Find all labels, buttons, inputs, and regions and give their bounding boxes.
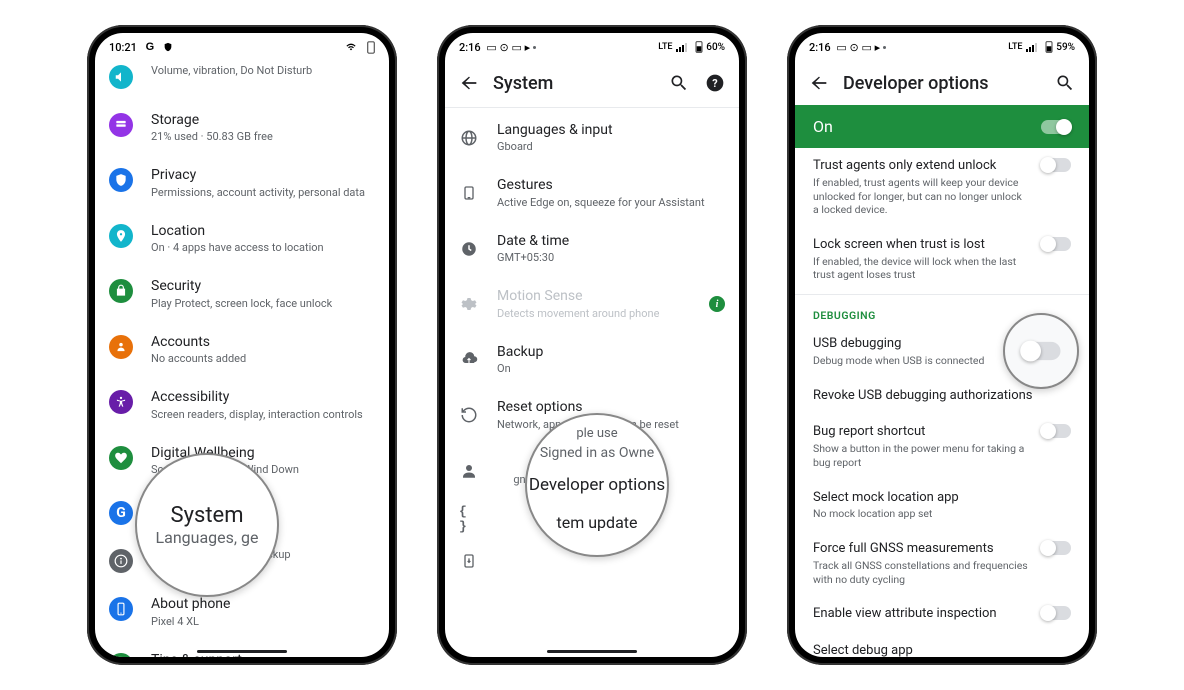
system-sub-partial: ackup <box>261 548 375 562</box>
item-storage[interactable]: Storage21% used · 50.83 GB free <box>95 100 389 155</box>
item-tips[interactable]: ?Tips & supportHelp articles, phone & ch… <box>95 640 389 657</box>
person-icon <box>459 461 479 481</box>
item-security[interactable]: SecurityPlay Protect, screen lock, face … <box>95 266 389 321</box>
gear-icon <box>459 294 479 314</box>
switch[interactable] <box>1041 541 1071 555</box>
item-gnss[interactable]: Force full GNSS measurementsTrack all GN… <box>795 531 1089 596</box>
globe-icon <box>459 128 479 148</box>
item-lock-screen-trust[interactable]: Lock screen when trust is lostIf enabled… <box>795 227 1089 292</box>
page-title: Developer options <box>843 73 1041 94</box>
privacy-icon <box>109 168 133 192</box>
item-about[interactable]: About phonePixel 4 XL <box>95 584 389 639</box>
item-accounts[interactable]: AccountsNo accounts added <box>95 322 389 377</box>
magnify-usb-switch <box>1003 313 1079 389</box>
status-bar: 2:16 ▭ ⊙ ▭ ▸ LTE 60% <box>445 33 739 61</box>
back-button[interactable] <box>807 71 831 95</box>
info-badge[interactable]: i <box>709 296 725 312</box>
google-icon: G <box>109 501 133 525</box>
item-view-attribute[interactable]: Enable view attribute inspection <box>795 596 1089 633</box>
master-switch[interactable] <box>1041 120 1071 134</box>
svg-text:?: ? <box>712 77 717 90</box>
switch[interactable] <box>1041 606 1071 620</box>
storage-icon <box>109 113 133 137</box>
item-accessibility[interactable]: AccessibilityScreen readers, display, in… <box>95 377 389 432</box>
heart-icon <box>109 446 133 470</box>
switch[interactable] <box>1041 237 1071 251</box>
braces-icon: { } <box>459 509 479 529</box>
help-button[interactable]: ? <box>703 71 727 95</box>
item-location[interactable]: LocationOn · 4 apps have access to locat… <box>95 211 389 266</box>
info-icon <box>109 549 133 573</box>
status-time: 10:21 <box>109 41 137 54</box>
home-indicator[interactable] <box>197 650 287 653</box>
magnify-system: System Languages, ge <box>135 453 279 597</box>
accessibility-icon <box>109 390 133 414</box>
item-motion-sense[interactable]: Motion SenseDetects movement around phon… <box>445 276 739 331</box>
search-button[interactable] <box>667 71 691 95</box>
location-icon <box>109 224 133 248</box>
help-icon: ? <box>109 653 133 657</box>
item-privacy[interactable]: PrivacyPermissions, account activity, pe… <box>95 155 389 210</box>
item-date-time[interactable]: Date & timeGMT+05:30 <box>445 221 739 276</box>
master-toggle-bar[interactable]: On <box>795 105 1089 148</box>
cloud-icon <box>459 350 479 370</box>
system-list[interactable]: Languages & inputGboard GesturesActive E… <box>445 110 739 657</box>
usb-switch-zoom[interactable] <box>1022 342 1061 360</box>
switch[interactable] <box>1041 158 1071 172</box>
app-bar: System ? <box>445 61 739 105</box>
magnify-developer: ple use Signed in as Owne Developer opti… <box>525 413 669 557</box>
update-icon <box>459 551 479 571</box>
search-button[interactable] <box>1053 71 1077 95</box>
item-trust-agents[interactable]: Trust agents only extend unlockIf enable… <box>795 148 1089 227</box>
status-bar: 10:21 G <box>95 33 389 61</box>
mag-top-label: ple use <box>576 424 617 443</box>
developer-list[interactable]: Trust agents only extend unlockIf enable… <box>795 148 1089 657</box>
phone-frame-2: 2:16 ▭ ⊙ ▭ ▸ LTE 60% System ? Languages … <box>437 25 747 665</box>
phone-icon <box>109 597 133 621</box>
phone-frame-3: 2:16 ▭ ⊙ ▭ ▸ LTE 59% Developer options O… <box>787 25 1097 665</box>
gesture-icon <box>459 183 479 203</box>
reset-icon <box>459 405 479 425</box>
phone-frame-1: 10:21 G Volume, vibration, Do Not Distur… <box>87 25 397 665</box>
clock-icon <box>459 239 479 259</box>
home-indicator[interactable] <box>547 650 637 653</box>
switch[interactable] <box>1041 424 1071 438</box>
item-bug-report[interactable]: Bug report shortcutShow a button in the … <box>795 414 1089 479</box>
item-backup[interactable]: BackupOn <box>445 332 739 387</box>
item-languages[interactable]: Languages & inputGboard <box>445 110 739 165</box>
item-select-debug-app[interactable]: Select debug app <box>795 633 1089 657</box>
status-bar: 2:16 ▭ ⊙ ▭ ▸ LTE 59% <box>795 33 1089 61</box>
lock-icon <box>109 279 133 303</box>
accounts-icon <box>109 335 133 359</box>
master-toggle-label: On <box>813 117 833 136</box>
app-bar: Developer options <box>795 61 1089 105</box>
item-sound[interactable]: Volume, vibration, Do Not Disturb <box>95 61 389 100</box>
page-title: System <box>493 73 655 94</box>
item-mock-location[interactable]: Select mock location appNo mock location… <box>795 480 1089 532</box>
back-button[interactable] <box>457 71 481 95</box>
sound-icon <box>109 65 133 89</box>
item-gestures[interactable]: GesturesActive Edge on, squeeze for your… <box>445 165 739 220</box>
